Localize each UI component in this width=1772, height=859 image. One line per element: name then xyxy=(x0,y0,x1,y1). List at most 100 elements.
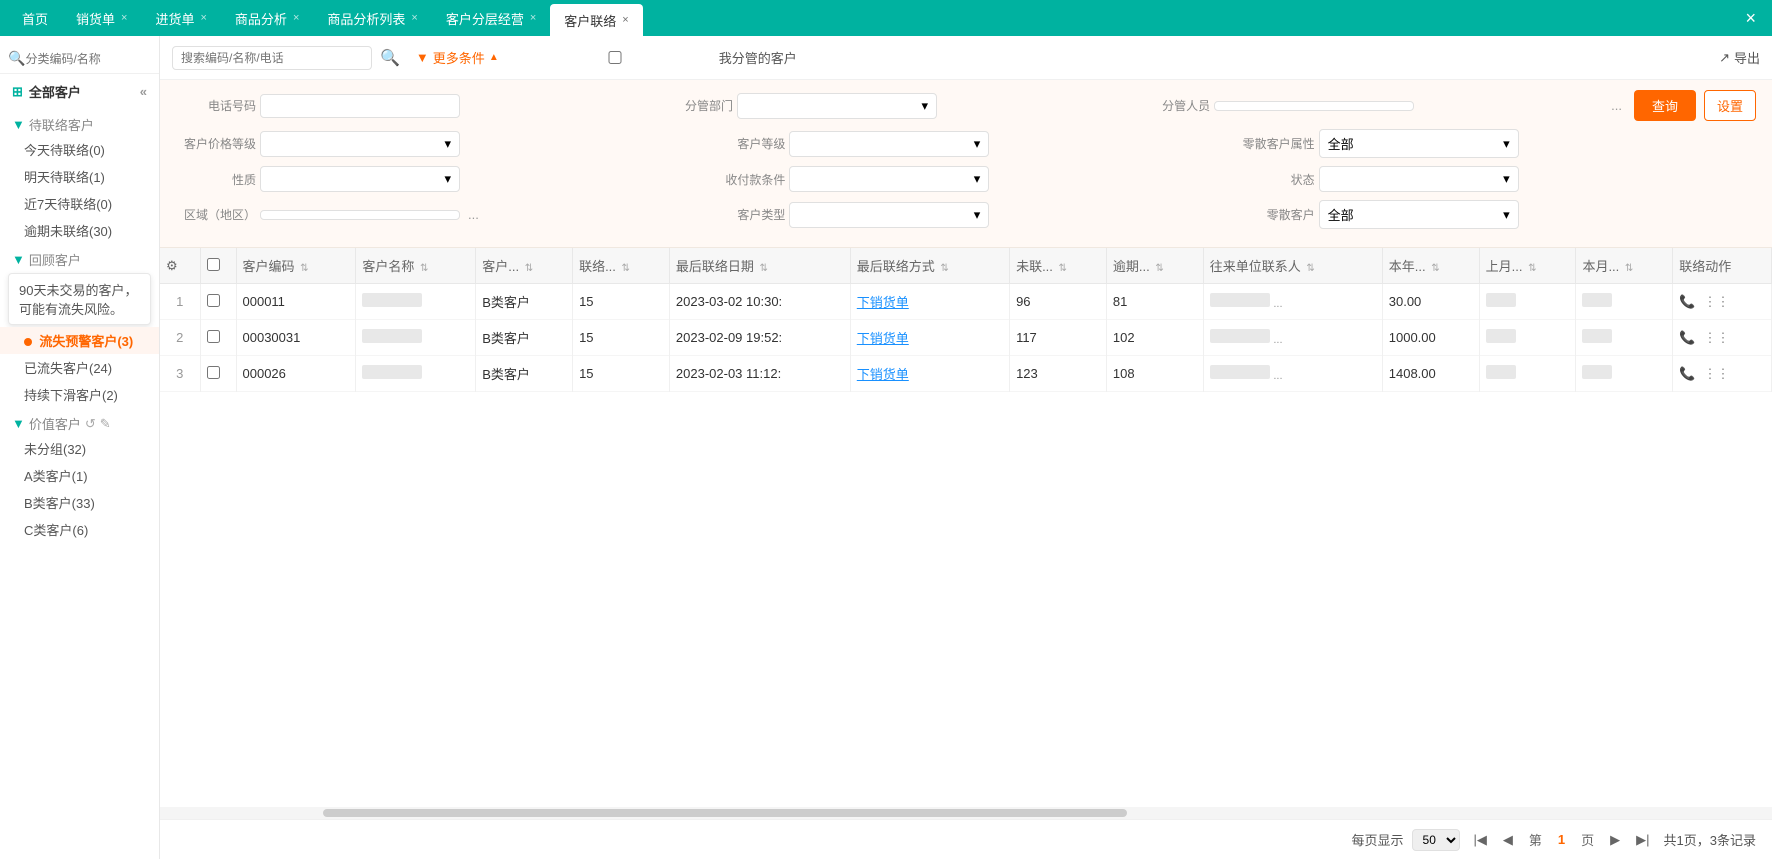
export-button[interactable]: ↗ 导出 xyxy=(1719,48,1760,67)
sidebar-item-today[interactable]: 今天待联络(0) xyxy=(0,136,159,163)
filter-client-type-select[interactable]: ▾ xyxy=(789,202,989,228)
th-name[interactable]: 客户名称 ⇅ xyxy=(356,248,476,284)
page-next-button[interactable]: ▶ xyxy=(1604,830,1626,850)
close-analysis-tab[interactable]: × xyxy=(293,12,299,24)
edit-icon[interactable]: ✎ xyxy=(100,416,111,432)
my-clients-toggle[interactable]: 我分管的客户 xyxy=(515,48,797,67)
th-person[interactable]: 往来单位联系人 ⇅ xyxy=(1203,248,1382,284)
page-last-button[interactable]: ▶| xyxy=(1630,830,1655,850)
row-method-2[interactable]: 下销货单 xyxy=(850,320,1009,356)
sidebar-item-overdue[interactable]: 逾期未联络(30) xyxy=(0,217,159,244)
sidebar-item-a-class[interactable]: A类客户(1) xyxy=(0,462,159,489)
nav-analysis-list[interactable]: 商品分析列表 × xyxy=(313,0,431,36)
refresh-icon[interactable]: ↺ xyxy=(85,416,96,432)
close-sales-tab[interactable]: × xyxy=(121,12,127,24)
app-close-button[interactable]: × xyxy=(1737,8,1764,29)
th-last-month[interactable]: 上月... ⇅ xyxy=(1479,248,1576,284)
sort-date-icon: ⇅ xyxy=(760,263,768,274)
th-overdue[interactable]: 逾期... ⇅ xyxy=(1106,248,1203,284)
method-link-2[interactable]: 下销货单 xyxy=(857,331,909,346)
row-method-3[interactable]: 下销货单 xyxy=(850,356,1009,392)
sidebar-item-churned[interactable]: 已流失客户(24) xyxy=(0,354,159,381)
contact-icon-1[interactable]: 📞 xyxy=(1679,294,1695,310)
row-checkbox-3[interactable] xyxy=(200,356,236,392)
my-clients-checkbox[interactable] xyxy=(515,51,715,64)
row-select-2[interactable] xyxy=(207,330,220,343)
sidebar-item-week[interactable]: 近7天待联络(0) xyxy=(0,190,159,217)
th-last-date[interactable]: 最后联络日期 ⇅ xyxy=(669,248,850,284)
method-link-3[interactable]: 下销货单 xyxy=(857,367,909,382)
settings-button[interactable]: 设置 xyxy=(1704,90,1756,121)
close-customer-tier-tab[interactable]: × xyxy=(530,12,536,24)
query-button[interactable]: 查询 xyxy=(1634,90,1696,121)
filter-payment-select[interactable]: ▾ xyxy=(789,166,989,192)
contact-icon-2[interactable]: 📞 xyxy=(1679,330,1695,346)
sidebar-group-review[interactable]: ▼ 回顾客户 xyxy=(0,244,159,271)
contact-icon-3[interactable]: 📞 xyxy=(1679,366,1695,382)
filter-region-select[interactable] xyxy=(260,210,460,220)
th-uncontacted[interactable]: 未联... ⇅ xyxy=(1010,248,1107,284)
more-options-button-1[interactable]: ... xyxy=(1607,98,1626,113)
row-select-3[interactable] xyxy=(207,366,220,379)
filter-retail-attr-select[interactable]: 全部 ▾ xyxy=(1319,129,1519,158)
nav-purchase[interactable]: 进货单 × xyxy=(141,0,220,36)
th-code[interactable]: 客户编码 ⇅ xyxy=(236,248,356,284)
row-select-1[interactable] xyxy=(207,294,220,307)
th-last-method[interactable]: 最后联络方式 ⇅ xyxy=(850,248,1009,284)
search-input[interactable] xyxy=(172,46,372,70)
th-this-year[interactable]: 本年... ⇅ xyxy=(1382,248,1479,284)
sidebar-item-ungrouped[interactable]: 未分组(32) xyxy=(0,435,159,462)
per-page-select[interactable]: 50 xyxy=(1412,829,1460,851)
method-link-1[interactable]: 下销货单 xyxy=(857,295,909,310)
th-settings[interactable]: ⚙ xyxy=(160,248,200,284)
nav-analysis[interactable]: 商品分析 × xyxy=(221,0,313,36)
sidebar-item-c-class[interactable]: C类客户(6) xyxy=(0,516,159,543)
row-checkbox-2[interactable] xyxy=(200,320,236,356)
th-contact[interactable]: 联络... ⇅ xyxy=(573,248,670,284)
th-checkbox[interactable] xyxy=(200,248,236,284)
search-button[interactable]: 🔍 xyxy=(380,48,400,68)
filter-dept-select[interactable]: ▾ xyxy=(737,93,937,119)
filter-retail-select[interactable]: 全部 ▾ xyxy=(1319,200,1519,229)
sidebar-group-value[interactable]: ▼ 价值客户 ↺ ✎ xyxy=(0,408,159,435)
nav-sales[interactable]: 销货单 × xyxy=(62,0,141,36)
sort-type-icon: ⇅ xyxy=(525,263,533,274)
th-this-month[interactable]: 本月... ⇅ xyxy=(1576,248,1673,284)
table-row: 1 000011 B类客户 15 2023-03-02 10:30: 下销货单 … xyxy=(160,284,1772,320)
filter-price-grade-select[interactable]: ▾ xyxy=(260,131,460,157)
filter-person-select[interactable] xyxy=(1214,101,1414,111)
row-checkbox-1[interactable] xyxy=(200,284,236,320)
row-name-1 xyxy=(356,284,476,320)
more-actions-icon-3[interactable]: ⋮⋮ xyxy=(1703,366,1729,382)
close-customer-contact-tab[interactable]: × xyxy=(622,14,628,26)
scrollbar-thumb[interactable] xyxy=(323,809,1127,817)
sidebar-item-churn-warning[interactable]: 流失预警客户(3) xyxy=(0,327,159,354)
select-all-checkbox[interactable] xyxy=(207,258,220,271)
filter-client-grade-select[interactable]: ▾ xyxy=(789,131,989,157)
sidebar-search-input[interactable] xyxy=(25,52,151,66)
nav-customer-tier[interactable]: 客户分层经营 × xyxy=(432,0,550,36)
nav-home[interactable]: 首页 xyxy=(8,0,62,36)
filter-status-select[interactable]: ▾ xyxy=(1319,166,1519,192)
close-analysis-list-tab[interactable]: × xyxy=(411,12,417,24)
filter-phone-input[interactable] xyxy=(260,94,460,118)
sidebar-item-b-class[interactable]: B类客户(33) xyxy=(0,489,159,516)
more-actions-icon-1[interactable]: ⋮⋮ xyxy=(1703,294,1729,310)
region-more-button[interactable]: ... xyxy=(464,207,483,222)
row-method-1[interactable]: 下销货单 xyxy=(850,284,1009,320)
page-prev-button[interactable]: ◀ xyxy=(1497,830,1519,850)
sidebar-item-declining[interactable]: 持续下滑客户(2) xyxy=(0,381,159,408)
page-first-button[interactable]: |◀ xyxy=(1468,830,1493,850)
filter-nature-select[interactable]: ▾ xyxy=(260,166,460,192)
sidebar-group-pending[interactable]: ▼ 待联络客户 xyxy=(0,109,159,136)
sidebar-all-customers[interactable]: ⊞ 全部客户 « xyxy=(0,74,159,109)
more-actions-icon-2[interactable]: ⋮⋮ xyxy=(1703,330,1729,346)
nav-customer-contact[interactable]: 客户联络 × xyxy=(550,4,642,36)
filter-row-3: 性质 ▾ 收付款条件 ▾ 状态 xyxy=(176,166,1756,192)
sidebar-item-tomorrow[interactable]: 明天待联络(1) xyxy=(0,163,159,190)
sidebar-collapse-button[interactable]: « xyxy=(140,84,147,99)
close-purchase-tab[interactable]: × xyxy=(200,12,206,24)
more-filters-button[interactable]: ▼ 更多条件 ▲ xyxy=(408,44,507,71)
horizontal-scrollbar[interactable] xyxy=(160,807,1772,819)
th-type[interactable]: 客户... ⇅ xyxy=(476,248,573,284)
